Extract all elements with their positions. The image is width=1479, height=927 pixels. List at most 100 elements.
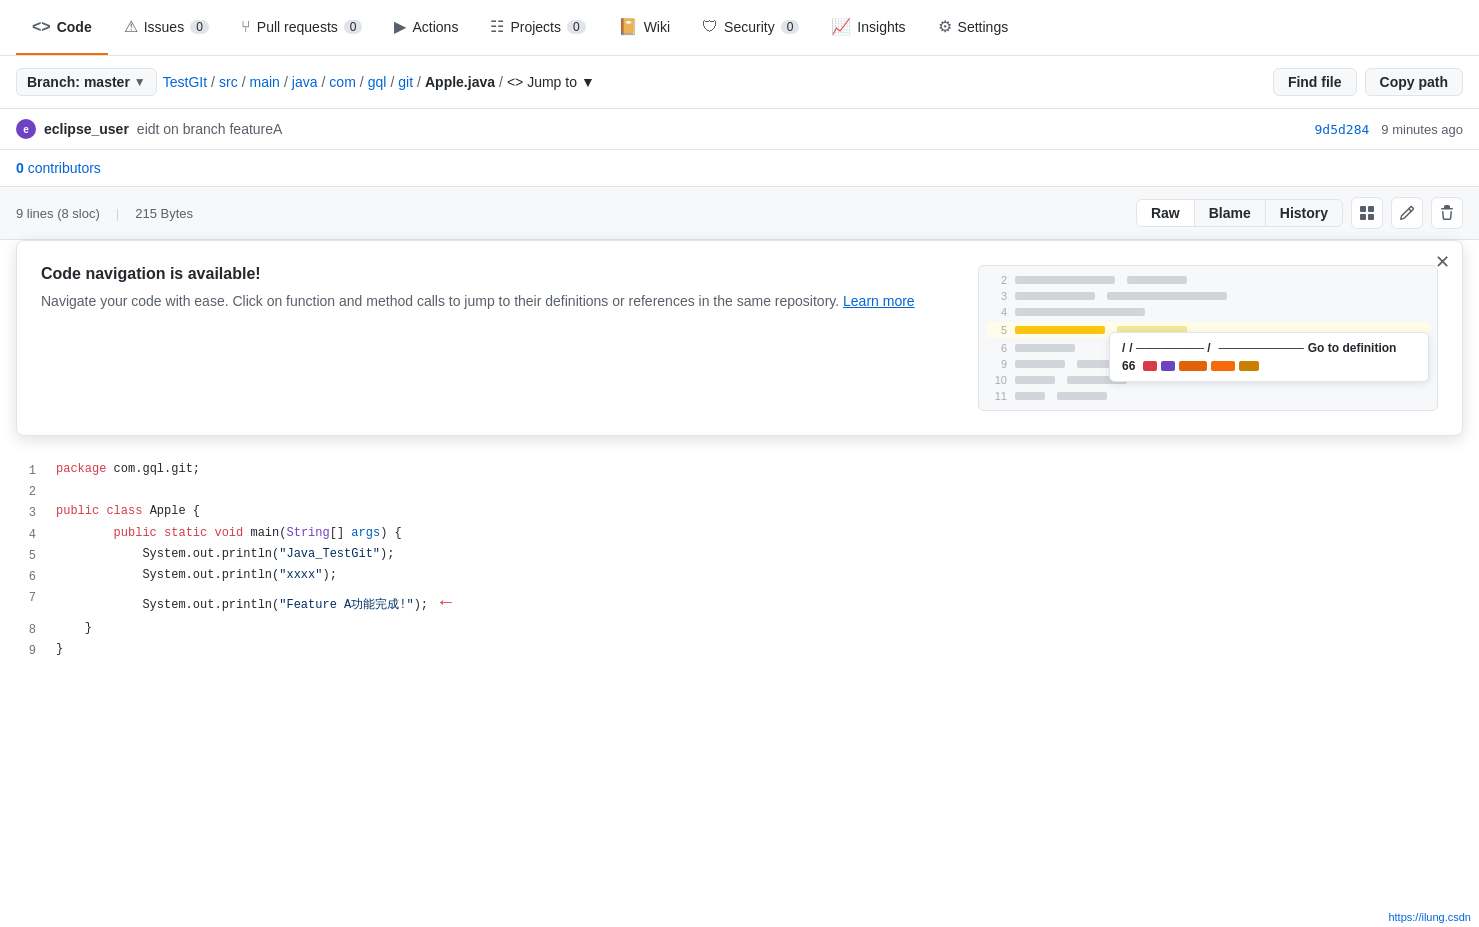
color-dot-red: [1143, 361, 1157, 371]
file-size: 215 Bytes: [135, 206, 193, 221]
issues-icon: ⚠: [124, 17, 138, 36]
code-line-5: 5 System.out.println("Java_TestGit");: [0, 545, 1479, 566]
color-dot-orange3: [1239, 361, 1259, 371]
breadcrumb-path: TestGIt / src / main / java / com / gql …: [163, 74, 595, 90]
color-dot-purple: [1161, 361, 1175, 371]
code-line-9: 9 }: [0, 640, 1479, 661]
learn-more-link[interactable]: Learn more: [843, 293, 915, 309]
breadcrumb-git[interactable]: git: [398, 74, 413, 90]
popup-title: Code navigation is available!: [41, 265, 954, 283]
jump-to[interactable]: <> Jump to ▼: [507, 74, 595, 90]
code-nav-popup: Code navigation is available! Navigate y…: [16, 240, 1463, 436]
breadcrumb-right: Find file Copy path: [1273, 68, 1463, 96]
security-badge: 0: [781, 20, 800, 34]
color-dot-orange2: [1211, 361, 1235, 371]
red-arrow: ←: [428, 587, 452, 619]
breadcrumb-main[interactable]: main: [250, 74, 280, 90]
wiki-icon: 📔: [618, 17, 638, 36]
security-icon: 🛡: [702, 18, 718, 36]
nav-code[interactable]: <> Code: [16, 0, 108, 55]
chevron-down-icon: ▼: [134, 75, 146, 89]
code-line-1: 1 package com.gql.git;: [0, 460, 1479, 481]
preview-line-11: 11: [987, 390, 1429, 402]
code-line-6: 6 System.out.println("xxxx");: [0, 566, 1479, 587]
branch-name: master: [84, 74, 130, 90]
popup-preview: 2 3 4 5 6: [978, 265, 1438, 411]
code-icon: <>: [32, 18, 51, 36]
nav-security-label: Security: [724, 19, 775, 35]
history-button[interactable]: History: [1265, 199, 1343, 227]
code-line-3: 3 public class Apple {: [0, 502, 1479, 523]
breadcrumb-repo[interactable]: TestGIt: [163, 74, 207, 90]
code-line-4: 4 public static void main(String[] args)…: [0, 524, 1479, 545]
file-info-bar: 9 lines (8 sloc) | 215 Bytes Raw Blame H…: [0, 187, 1479, 240]
branch-label: Branch:: [27, 74, 80, 90]
raw-button[interactable]: Raw: [1136, 199, 1195, 227]
contributors-link[interactable]: 0 contributors: [16, 160, 101, 176]
preview-line-2: 2: [987, 274, 1429, 286]
contributors-bar: 0 contributors: [0, 150, 1479, 187]
edit-icon-button[interactable]: [1391, 197, 1423, 229]
breadcrumb-src[interactable]: src: [219, 74, 238, 90]
jump-to-label: <> Jump to: [507, 74, 577, 90]
avatar: e: [16, 119, 36, 139]
nav-settings-label: Settings: [958, 19, 1009, 35]
nav-pullrequests[interactable]: ⑂ Pull requests 0: [225, 0, 379, 55]
code-line-8: 8 }: [0, 619, 1479, 640]
code-line-2: 2: [0, 481, 1479, 502]
nav-issues-label: Issues: [144, 19, 184, 35]
code-container: Code navigation is available! Navigate y…: [0, 240, 1479, 662]
nav-settings[interactable]: ⚙ Settings: [922, 0, 1025, 55]
commit-left: e eclipse_user eidt on branch featureA: [16, 119, 282, 139]
projects-icon: ☷: [490, 17, 504, 36]
breadcrumb-filename: Apple.java: [425, 74, 495, 90]
nav-pr-label: Pull requests: [257, 19, 338, 35]
code-nav-tooltip: / / ──────── / ────────── Go to definiti…: [1109, 332, 1429, 382]
nav-projects[interactable]: ☷ Projects 0: [474, 0, 601, 55]
nav-actions[interactable]: ▶ Actions: [378, 0, 474, 55]
nav-actions-label: Actions: [412, 19, 458, 35]
popup-desc: Navigate your code with ease. Click on f…: [41, 291, 954, 312]
branch-selector[interactable]: Branch: master ▼: [16, 68, 157, 96]
commit-author[interactable]: eclipse_user: [44, 121, 129, 137]
code-line-7: 7 System.out.println("Feature A功能完成!"); …: [0, 587, 1479, 619]
nav-wiki-label: Wiki: [644, 19, 670, 35]
display-icon-button[interactable]: [1351, 197, 1383, 229]
breadcrumb-java[interactable]: java: [292, 74, 318, 90]
nav-insights-label: Insights: [857, 19, 905, 35]
breadcrumb-bar: Branch: master ▼ TestGIt / src / main / …: [0, 56, 1479, 109]
copy-path-button[interactable]: Copy path: [1365, 68, 1463, 96]
svg-rect-0: [1360, 206, 1366, 212]
nav-wiki[interactable]: 📔 Wiki: [602, 0, 686, 55]
commit-message: eidt on branch featureA: [137, 121, 283, 137]
breadcrumb-com[interactable]: com: [329, 74, 355, 90]
svg-rect-3: [1368, 214, 1374, 220]
preview-lines: 2 3 4 5 6: [987, 274, 1429, 402]
nav-issues[interactable]: ⚠ Issues 0: [108, 0, 225, 55]
nav-code-label: Code: [57, 19, 92, 35]
top-nav: <> Code ⚠ Issues 0 ⑂ Pull requests 0 ▶ A…: [0, 0, 1479, 56]
file-lines: 9 lines (8 sloc): [16, 206, 100, 221]
commit-sha[interactable]: 9d5d284: [1315, 122, 1370, 137]
svg-rect-1: [1368, 206, 1374, 212]
popup-close-button[interactable]: ✕: [1435, 253, 1450, 271]
preview-line-3: 3: [987, 290, 1429, 302]
nav-insights[interactable]: 📈 Insights: [815, 0, 921, 55]
breadcrumb-gql[interactable]: gql: [368, 74, 387, 90]
issues-badge: 0: [190, 20, 209, 34]
nav-security[interactable]: 🛡 Security 0: [686, 0, 815, 55]
blame-button[interactable]: Blame: [1194, 199, 1266, 227]
file-action-buttons: Raw Blame History: [1137, 199, 1343, 227]
delete-icon-button[interactable]: [1431, 197, 1463, 229]
commit-right: 9d5d284 9 minutes ago: [1315, 122, 1463, 137]
settings-icon: ⚙: [938, 17, 952, 36]
pr-badge: 0: [344, 20, 363, 34]
pr-icon: ⑂: [241, 18, 251, 36]
file-stats: 9 lines (8 sloc) | 215 Bytes: [16, 206, 193, 221]
insights-icon: 📈: [831, 17, 851, 36]
actions-icon: ▶: [394, 17, 406, 36]
contributors-count: 0: [16, 160, 24, 176]
find-file-button[interactable]: Find file: [1273, 68, 1357, 96]
popup-text: Code navigation is available! Navigate y…: [41, 265, 954, 312]
go-to-definition-link[interactable]: Go to definition: [1308, 341, 1397, 355]
